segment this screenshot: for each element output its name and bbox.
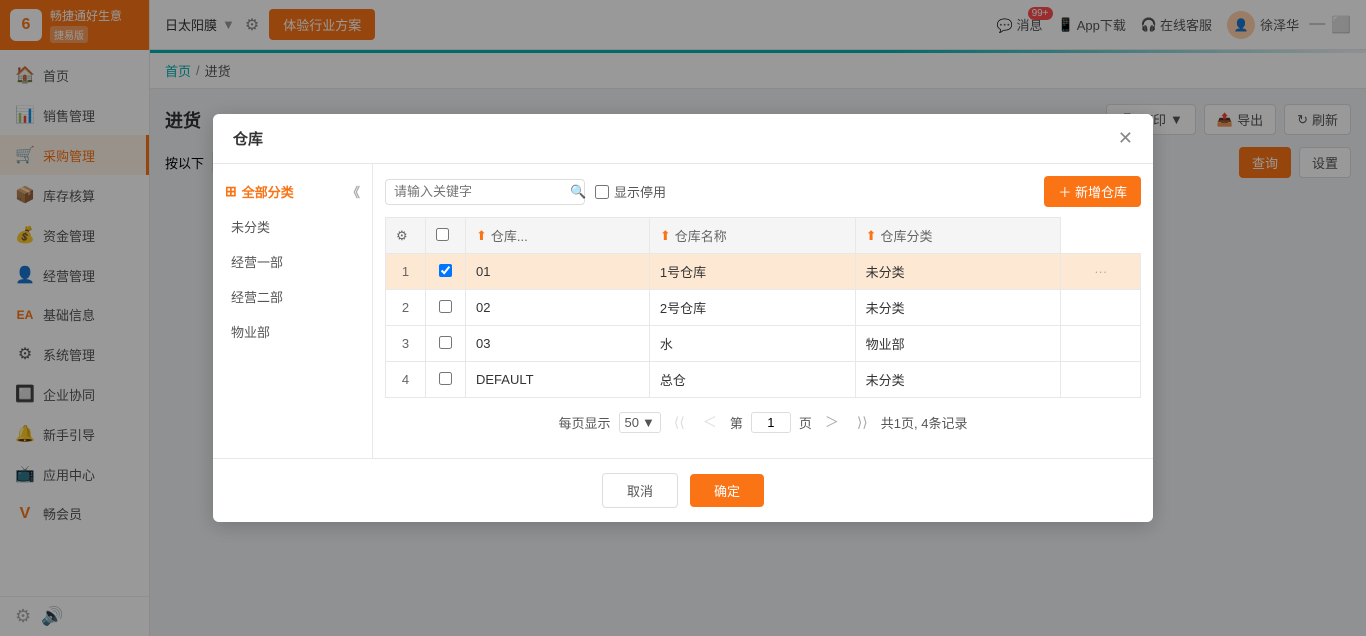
- dialog-body: ⊞ 全部分类 《 未分类 经营一部 经营二部 物业部 🔍: [213, 164, 1153, 458]
- page-number-input[interactable]: [751, 412, 791, 433]
- row-category: 未分类: [855, 254, 1061, 290]
- warehouse-dialog: 仓库 ✕ ⊞ 全部分类 《 未分类 经营一部 经营二部 物业部: [213, 114, 1153, 522]
- search-box[interactable]: 🔍: [385, 179, 585, 205]
- cat-item-ops2[interactable]: 经营二部: [213, 279, 372, 314]
- col-checkbox: [426, 218, 466, 254]
- dialog-close-button[interactable]: ✕: [1118, 128, 1133, 149]
- dialog-header: 仓库 ✕: [213, 114, 1153, 164]
- row-num: 3: [386, 326, 426, 362]
- grid-icon: ⊞: [225, 183, 237, 200]
- last-page-btn[interactable]: ⟩⟩: [852, 412, 873, 433]
- sort-icon2: ⬆: [660, 228, 671, 244]
- dialog-title: 仓库: [233, 128, 263, 149]
- table-row[interactable]: 3 03 水 物业部: [386, 326, 1141, 362]
- page-size-select[interactable]: 50 ▼: [619, 412, 661, 433]
- row-num: 4: [386, 362, 426, 398]
- table-row[interactable]: 4 DEFAULT 总仓 未分类: [386, 362, 1141, 398]
- row-category: 物业部: [855, 326, 1061, 362]
- table-toolbar: 🔍 显示停用 ＋ 新增仓库: [385, 176, 1141, 207]
- col-name: ⬆ 仓库名称: [649, 218, 855, 254]
- table-row[interactable]: 1 01 1号仓库 未分类 ···: [386, 254, 1141, 290]
- show-disabled-label: 显示停用: [595, 182, 666, 201]
- row-checkbox[interactable]: [426, 326, 466, 362]
- row-actions[interactable]: [1061, 290, 1141, 326]
- category-collapse-icon[interactable]: 《: [347, 182, 360, 201]
- add-warehouse-button[interactable]: ＋ 新增仓库: [1044, 176, 1141, 207]
- first-page-btn[interactable]: ⟨⟨: [669, 412, 690, 433]
- pagination: 每页显示 50 ▼ ⟨⟨ ＜ 第 页 ＞ ⟩⟩ 共1页, 4条记录: [385, 398, 1141, 446]
- row-code: 03: [466, 326, 650, 362]
- category-header-label: 全部分类: [242, 182, 294, 201]
- row-code: 02: [466, 290, 650, 326]
- cat-item-ops1[interactable]: 经营一部: [213, 244, 372, 279]
- row-num: 1: [386, 254, 426, 290]
- category-header: ⊞ 全部分类 《: [213, 174, 372, 209]
- next-page-btn[interactable]: ＞: [820, 410, 844, 434]
- row-name: 1号仓库: [649, 254, 855, 290]
- row-name: 总仓: [649, 362, 855, 398]
- row-actions[interactable]: [1061, 326, 1141, 362]
- confirm-button[interactable]: 确定: [690, 474, 764, 507]
- dialog-overlay: 仓库 ✕ ⊞ 全部分类 《 未分类 经营一部 经营二部 物业部: [0, 0, 1366, 636]
- col-category: ⬆ 仓库分类: [855, 218, 1061, 254]
- row-category: 未分类: [855, 362, 1061, 398]
- row-category: 未分类: [855, 290, 1061, 326]
- row-num: 2: [386, 290, 426, 326]
- select-all-checkbox[interactable]: [436, 228, 449, 241]
- cat-item-property[interactable]: 物业部: [213, 314, 372, 349]
- col-code: ⬆ 仓库...: [466, 218, 650, 254]
- table-container: ⚙ ⬆ 仓库...: [385, 217, 1141, 398]
- cancel-button[interactable]: 取消: [602, 473, 678, 508]
- settings-icon[interactable]: ⚙: [396, 228, 408, 243]
- cat-item-unclassified[interactable]: 未分类: [213, 209, 372, 244]
- row-code: 01: [466, 254, 650, 290]
- row-actions[interactable]: [1061, 362, 1141, 398]
- row-checkbox[interactable]: [426, 362, 466, 398]
- row-checkbox[interactable]: [426, 290, 466, 326]
- row-actions[interactable]: ···: [1061, 254, 1141, 290]
- row-checkbox[interactable]: [426, 254, 466, 290]
- row-name: 2号仓库: [649, 290, 855, 326]
- search-icon[interactable]: 🔍: [570, 184, 586, 200]
- sort-icon3: ⬆: [866, 228, 877, 244]
- show-disabled-checkbox[interactable]: [595, 185, 609, 199]
- search-input[interactable]: [394, 184, 570, 199]
- warehouse-table: ⚙ ⬆ 仓库...: [385, 217, 1141, 398]
- col-settings: ⚙: [386, 218, 426, 254]
- category-sidebar: ⊞ 全部分类 《 未分类 经营一部 经营二部 物业部: [213, 164, 373, 458]
- sort-icon: ⬆: [476, 228, 487, 244]
- row-name: 水: [649, 326, 855, 362]
- table-area: 🔍 显示停用 ＋ 新增仓库 ⚙: [373, 164, 1153, 458]
- prev-page-btn[interactable]: ＜: [698, 410, 722, 434]
- table-row[interactable]: 2 02 2号仓库 未分类: [386, 290, 1141, 326]
- dialog-footer: 取消 确定: [213, 458, 1153, 522]
- row-code: DEFAULT: [466, 362, 650, 398]
